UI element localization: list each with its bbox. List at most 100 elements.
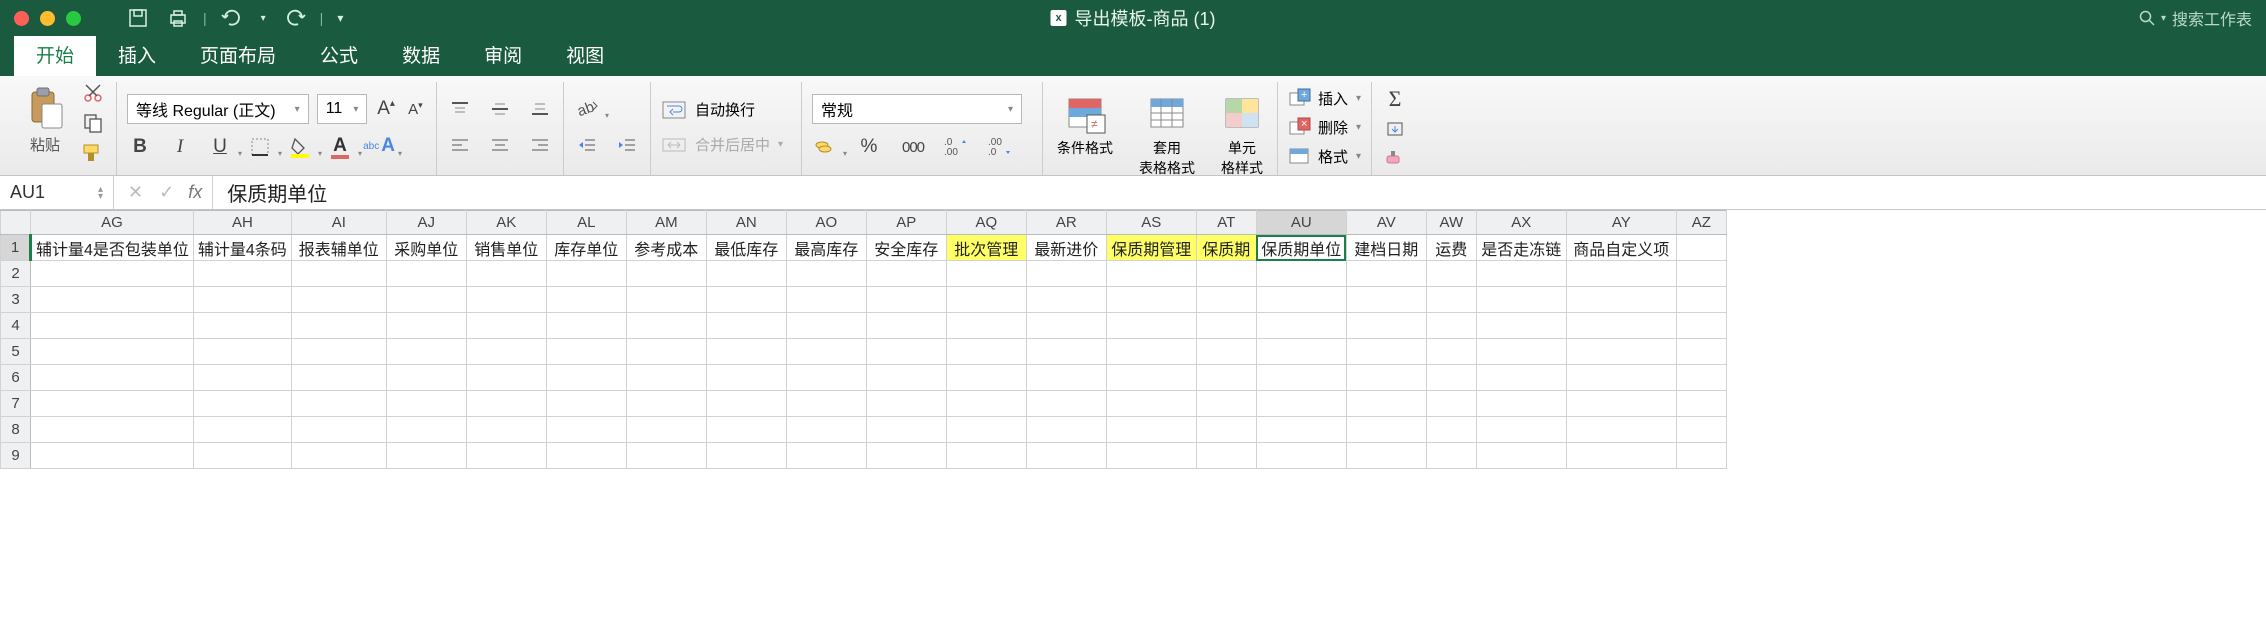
- select-all-corner[interactable]: [1, 211, 31, 235]
- cell[interactable]: 安全库存: [866, 235, 946, 261]
- cell[interactable]: [866, 365, 946, 391]
- cell[interactable]: [31, 287, 194, 313]
- cell[interactable]: 是否走冻链: [1476, 235, 1566, 261]
- col-header-AP[interactable]: AP: [866, 211, 946, 235]
- cell[interactable]: [1566, 417, 1676, 443]
- font-color-button[interactable]: A: [327, 136, 353, 158]
- cell[interactable]: [386, 365, 466, 391]
- cell[interactable]: [1566, 339, 1676, 365]
- cell[interactable]: [546, 417, 626, 443]
- tab-视图[interactable]: 视图: [544, 33, 626, 76]
- align-left-button[interactable]: [447, 134, 473, 156]
- close-window-button[interactable]: [14, 11, 29, 26]
- row-header-1[interactable]: 1: [1, 235, 31, 261]
- orientation-button[interactable]: ab: [574, 98, 600, 120]
- cell[interactable]: [466, 339, 546, 365]
- format-as-table-button[interactable]: 套用 表格格式: [1135, 88, 1199, 178]
- row-header-2[interactable]: 2: [1, 261, 31, 287]
- cell[interactable]: [1196, 443, 1256, 469]
- cell[interactable]: [1566, 313, 1676, 339]
- cell[interactable]: [466, 443, 546, 469]
- cell[interactable]: [1676, 443, 1726, 469]
- cell[interactable]: [946, 391, 1026, 417]
- cell[interactable]: [31, 365, 194, 391]
- cell[interactable]: [1676, 261, 1726, 287]
- cell[interactable]: [1026, 339, 1106, 365]
- cell[interactable]: [466, 391, 546, 417]
- col-header-AO[interactable]: AO: [786, 211, 866, 235]
- cell[interactable]: [1426, 339, 1476, 365]
- cell[interactable]: [1676, 313, 1726, 339]
- underline-button[interactable]: U: [207, 136, 233, 158]
- cell[interactable]: 商品自定义项: [1566, 235, 1676, 261]
- zoom-window-button[interactable]: [66, 11, 81, 26]
- cell[interactable]: [31, 417, 194, 443]
- col-header-AV[interactable]: AV: [1346, 211, 1426, 235]
- qat-customize-icon[interactable]: ▾: [337, 11, 343, 25]
- phonetic-button[interactable]: abcA: [367, 136, 393, 158]
- cell[interactable]: [786, 287, 866, 313]
- cell[interactable]: [1346, 417, 1426, 443]
- save-icon[interactable]: [127, 7, 149, 29]
- cell[interactable]: [866, 261, 946, 287]
- cell[interactable]: [1476, 417, 1566, 443]
- cell[interactable]: [386, 417, 466, 443]
- cell[interactable]: 建档日期: [1346, 235, 1426, 261]
- cell[interactable]: [1426, 261, 1476, 287]
- cell[interactable]: [546, 339, 626, 365]
- cell[interactable]: [1426, 313, 1476, 339]
- col-header-AQ[interactable]: AQ: [946, 211, 1026, 235]
- cell[interactable]: [386, 339, 466, 365]
- cell[interactable]: [193, 313, 291, 339]
- cell[interactable]: [1566, 287, 1676, 313]
- enter-formula-icon[interactable]: ✓: [159, 182, 174, 203]
- col-header-AN[interactable]: AN: [706, 211, 786, 235]
- sheet-search[interactable]: ▾ 搜索工作表: [2139, 6, 2252, 30]
- name-box[interactable]: AU1 ▴▾: [0, 176, 114, 209]
- cell[interactable]: [946, 261, 1026, 287]
- cell[interactable]: [291, 313, 386, 339]
- cell[interactable]: [1476, 443, 1566, 469]
- cell[interactable]: [706, 391, 786, 417]
- formula-input[interactable]: 保质期单位: [213, 178, 2266, 207]
- cell[interactable]: [466, 261, 546, 287]
- cell[interactable]: [291, 261, 386, 287]
- col-header-AH[interactable]: AH: [193, 211, 291, 235]
- cell[interactable]: [386, 287, 466, 313]
- col-header-AX[interactable]: AX: [1476, 211, 1566, 235]
- col-header-AT[interactable]: AT: [1196, 211, 1256, 235]
- cell[interactable]: [1026, 313, 1106, 339]
- align-right-button[interactable]: [527, 134, 553, 156]
- increase-font-button[interactable]: A▴: [375, 98, 396, 120]
- cell[interactable]: [1346, 339, 1426, 365]
- cell[interactable]: [1106, 365, 1196, 391]
- cell[interactable]: [1346, 391, 1426, 417]
- cell[interactable]: [1346, 365, 1426, 391]
- tab-公式[interactable]: 公式: [298, 33, 380, 76]
- col-header-AK[interactable]: AK: [466, 211, 546, 235]
- cell[interactable]: [1476, 391, 1566, 417]
- cell[interactable]: [1346, 261, 1426, 287]
- cell[interactable]: 保质期管理: [1106, 235, 1196, 261]
- cell[interactable]: [786, 313, 866, 339]
- number-format-selector[interactable]: 常规▾: [812, 94, 1022, 124]
- fill-color-button[interactable]: [287, 136, 313, 158]
- cell[interactable]: [1256, 391, 1346, 417]
- cell[interactable]: [706, 313, 786, 339]
- cell[interactable]: [1676, 287, 1726, 313]
- cell[interactable]: [1566, 391, 1676, 417]
- cell[interactable]: [786, 365, 866, 391]
- cell[interactable]: [1676, 339, 1726, 365]
- decrease-indent-button[interactable]: [574, 134, 600, 156]
- cell[interactable]: [626, 287, 706, 313]
- cell[interactable]: [786, 443, 866, 469]
- format-painter-button[interactable]: [80, 142, 106, 164]
- cell[interactable]: 辅计量4条码: [193, 235, 291, 261]
- cell[interactable]: [946, 287, 1026, 313]
- cell[interactable]: 销售单位: [466, 235, 546, 261]
- cell[interactable]: [193, 417, 291, 443]
- cell[interactable]: [946, 417, 1026, 443]
- cell[interactable]: [1196, 313, 1256, 339]
- cell[interactable]: [1106, 287, 1196, 313]
- cell[interactable]: [386, 261, 466, 287]
